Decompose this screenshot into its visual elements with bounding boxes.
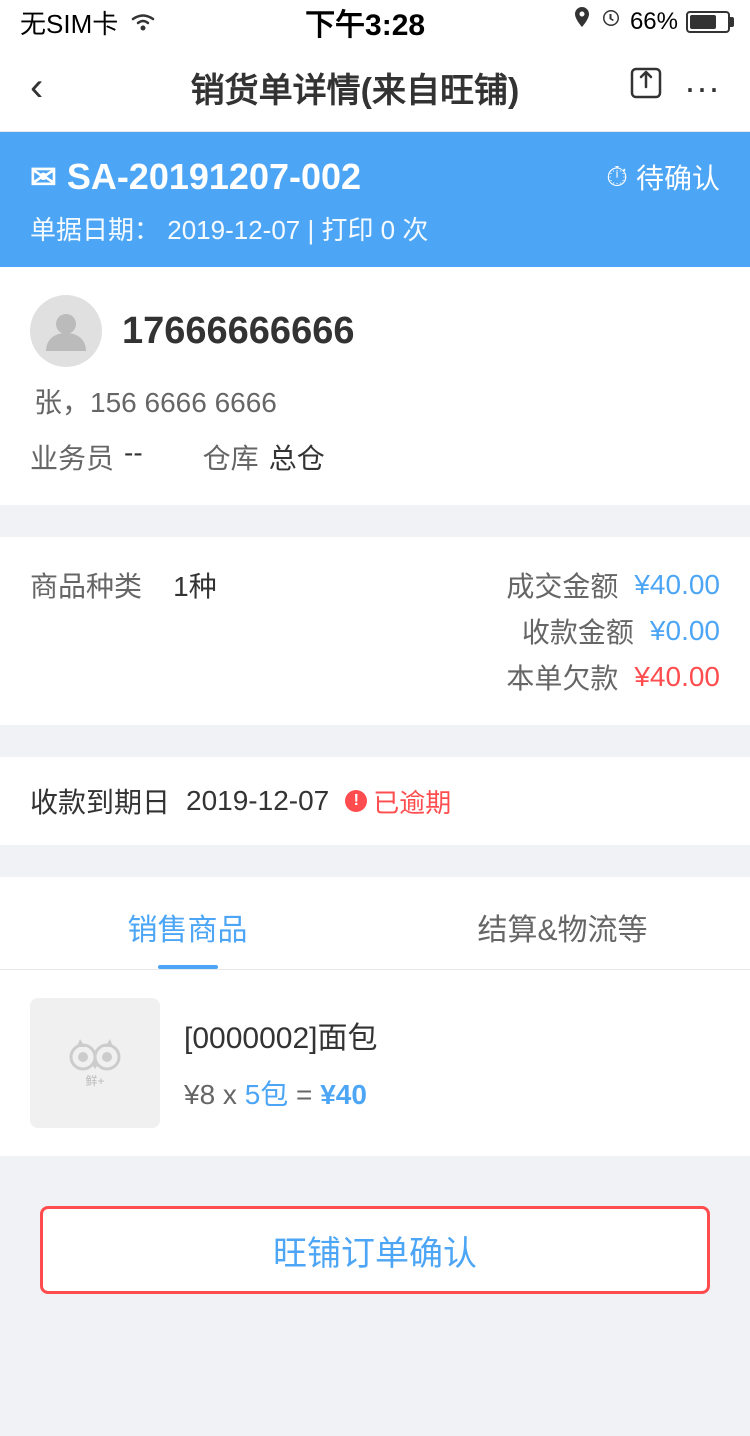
- customer-card: 17666666666 张，156 6666 6666 业务员 -- 仓库 总仓: [0, 267, 750, 505]
- tabs-container: 销售商品 结算&物流等: [0, 877, 750, 970]
- carrier-text: 无SIM卡: [20, 4, 118, 41]
- product-price-line: ¥8 x 5包 = ¥40: [184, 1073, 720, 1113]
- amount-value: ¥40.00: [634, 569, 720, 601]
- quantity-value: 5包: [245, 1079, 289, 1110]
- goods-type-label: 商品种类: [30, 571, 142, 602]
- bottom-btn-area: 旺铺订单确认: [0, 1186, 750, 1334]
- customer-name: 张，156 6666 6666: [30, 381, 720, 421]
- print-count: | 打印 0 次: [307, 215, 428, 245]
- overdue-dot-icon: !: [345, 790, 367, 812]
- amount-label: 成交金额: [506, 565, 618, 605]
- time-display: 下午3:28: [305, 0, 425, 44]
- debt-value: ¥40.00: [634, 661, 720, 693]
- nav-actions: ···: [620, 65, 720, 110]
- order-id: ✉ SA-20191207-002: [30, 156, 361, 198]
- tab-sales-label: 销售商品: [128, 914, 248, 947]
- price-total: ¥40: [320, 1079, 367, 1110]
- divider-3: [0, 861, 750, 877]
- sales-meta: 业务员 --: [30, 437, 143, 477]
- summary-right: 成交金额 ¥40.00 收款金额 ¥0.00 本单欠款 ¥40.00: [506, 565, 720, 697]
- received-value: ¥0.00: [650, 615, 720, 647]
- product-thumbnail: 鲜+: [30, 998, 160, 1128]
- customer-meta: 业务员 -- 仓库 总仓: [30, 437, 720, 477]
- page-title: 销货单详情(来自旺铺): [90, 63, 620, 112]
- goods-type-row: 商品种类 1种: [30, 565, 217, 605]
- confirm-order-button[interactable]: 旺铺订单确认: [40, 1206, 710, 1294]
- due-date-card: 收款到期日 2019-12-07 ! 已逾期: [0, 757, 750, 845]
- price-label: ¥8 x: [184, 1079, 245, 1110]
- tab-settlement[interactable]: 结算&物流等: [375, 877, 750, 969]
- warehouse-value: 总仓: [269, 437, 325, 477]
- order-icon: ✉: [30, 158, 57, 196]
- customer-phone: 17666666666: [122, 310, 354, 353]
- date-label: 单据日期：: [30, 215, 160, 245]
- tab-settlement-label: 结算&物流等: [477, 914, 647, 947]
- tab-underline: [158, 965, 218, 969]
- more-icon[interactable]: ···: [684, 67, 720, 109]
- order-status: ⏱ 待确认: [606, 157, 720, 197]
- order-id-text: SA-20191207-002: [67, 156, 361, 198]
- summary-card: 商品种类 1种 成交金额 ¥40.00 收款金额 ¥0.00 本单欠款 ¥40.…: [0, 537, 750, 725]
- summary-item-0: 成交金额 ¥40.00: [506, 565, 720, 605]
- warehouse-meta: 仓库 总仓: [203, 437, 325, 477]
- product-name: [0000002]面包: [184, 1013, 720, 1057]
- due-date-label: 收款到期日: [30, 781, 170, 821]
- svg-text:鲜+: 鲜+: [85, 1074, 104, 1088]
- overdue-label: 已逾期: [373, 783, 451, 820]
- order-date: 2019-12-07: [167, 215, 300, 245]
- alarm-icon: [600, 8, 622, 37]
- customer-top: 17666666666: [30, 295, 720, 367]
- order-header: ✉ SA-20191207-002 ⏱ 待确认 单据日期： 2019-12-07…: [0, 132, 750, 267]
- status-bar: 无SIM卡 下午3:28 66%: [0, 0, 750, 44]
- product-info: [0000002]面包 ¥8 x 5包 = ¥40: [184, 1013, 720, 1113]
- battery-percentage: 66%: [630, 8, 678, 36]
- sales-value: --: [124, 437, 143, 477]
- order-header-top: ✉ SA-20191207-002 ⏱ 待确认: [30, 156, 720, 198]
- warehouse-label: 仓库: [203, 437, 259, 477]
- equals-label: =: [288, 1079, 320, 1110]
- status-right: 66%: [572, 7, 730, 38]
- location-icon: [572, 7, 592, 38]
- due-date-value: 2019-12-07: [186, 785, 329, 817]
- tab-sales-goods[interactable]: 销售商品: [0, 877, 375, 969]
- goods-type-value: 1种: [173, 571, 217, 602]
- share-icon[interactable]: [628, 65, 664, 110]
- order-date-line: 单据日期： 2019-12-07 | 打印 0 次: [30, 210, 720, 247]
- product-card: 鲜+ [0000002]面包 ¥8 x 5包 = ¥40: [0, 970, 750, 1156]
- wifi-icon: [128, 7, 158, 38]
- summary-item-1: 收款金额 ¥0.00: [522, 611, 720, 651]
- status-label: 待确认: [636, 157, 720, 197]
- divider-2: [0, 741, 750, 757]
- sales-label: 业务员: [30, 437, 114, 477]
- overdue-badge: ! 已逾期: [345, 783, 451, 820]
- nav-bar: ‹ 销货单详情(来自旺铺) ···: [0, 44, 750, 132]
- summary-left: 商品种类 1种: [30, 565, 217, 605]
- received-label: 收款金额: [522, 611, 634, 651]
- back-button[interactable]: ‹: [30, 65, 90, 110]
- debt-label: 本单欠款: [506, 657, 618, 697]
- divider-1: [0, 521, 750, 537]
- status-clock-icon: ⏱: [606, 161, 628, 194]
- status-left: 无SIM卡: [20, 4, 158, 41]
- battery-icon: [686, 11, 730, 33]
- customer-avatar: [30, 295, 102, 367]
- summary-item-2: 本单欠款 ¥40.00: [506, 657, 720, 697]
